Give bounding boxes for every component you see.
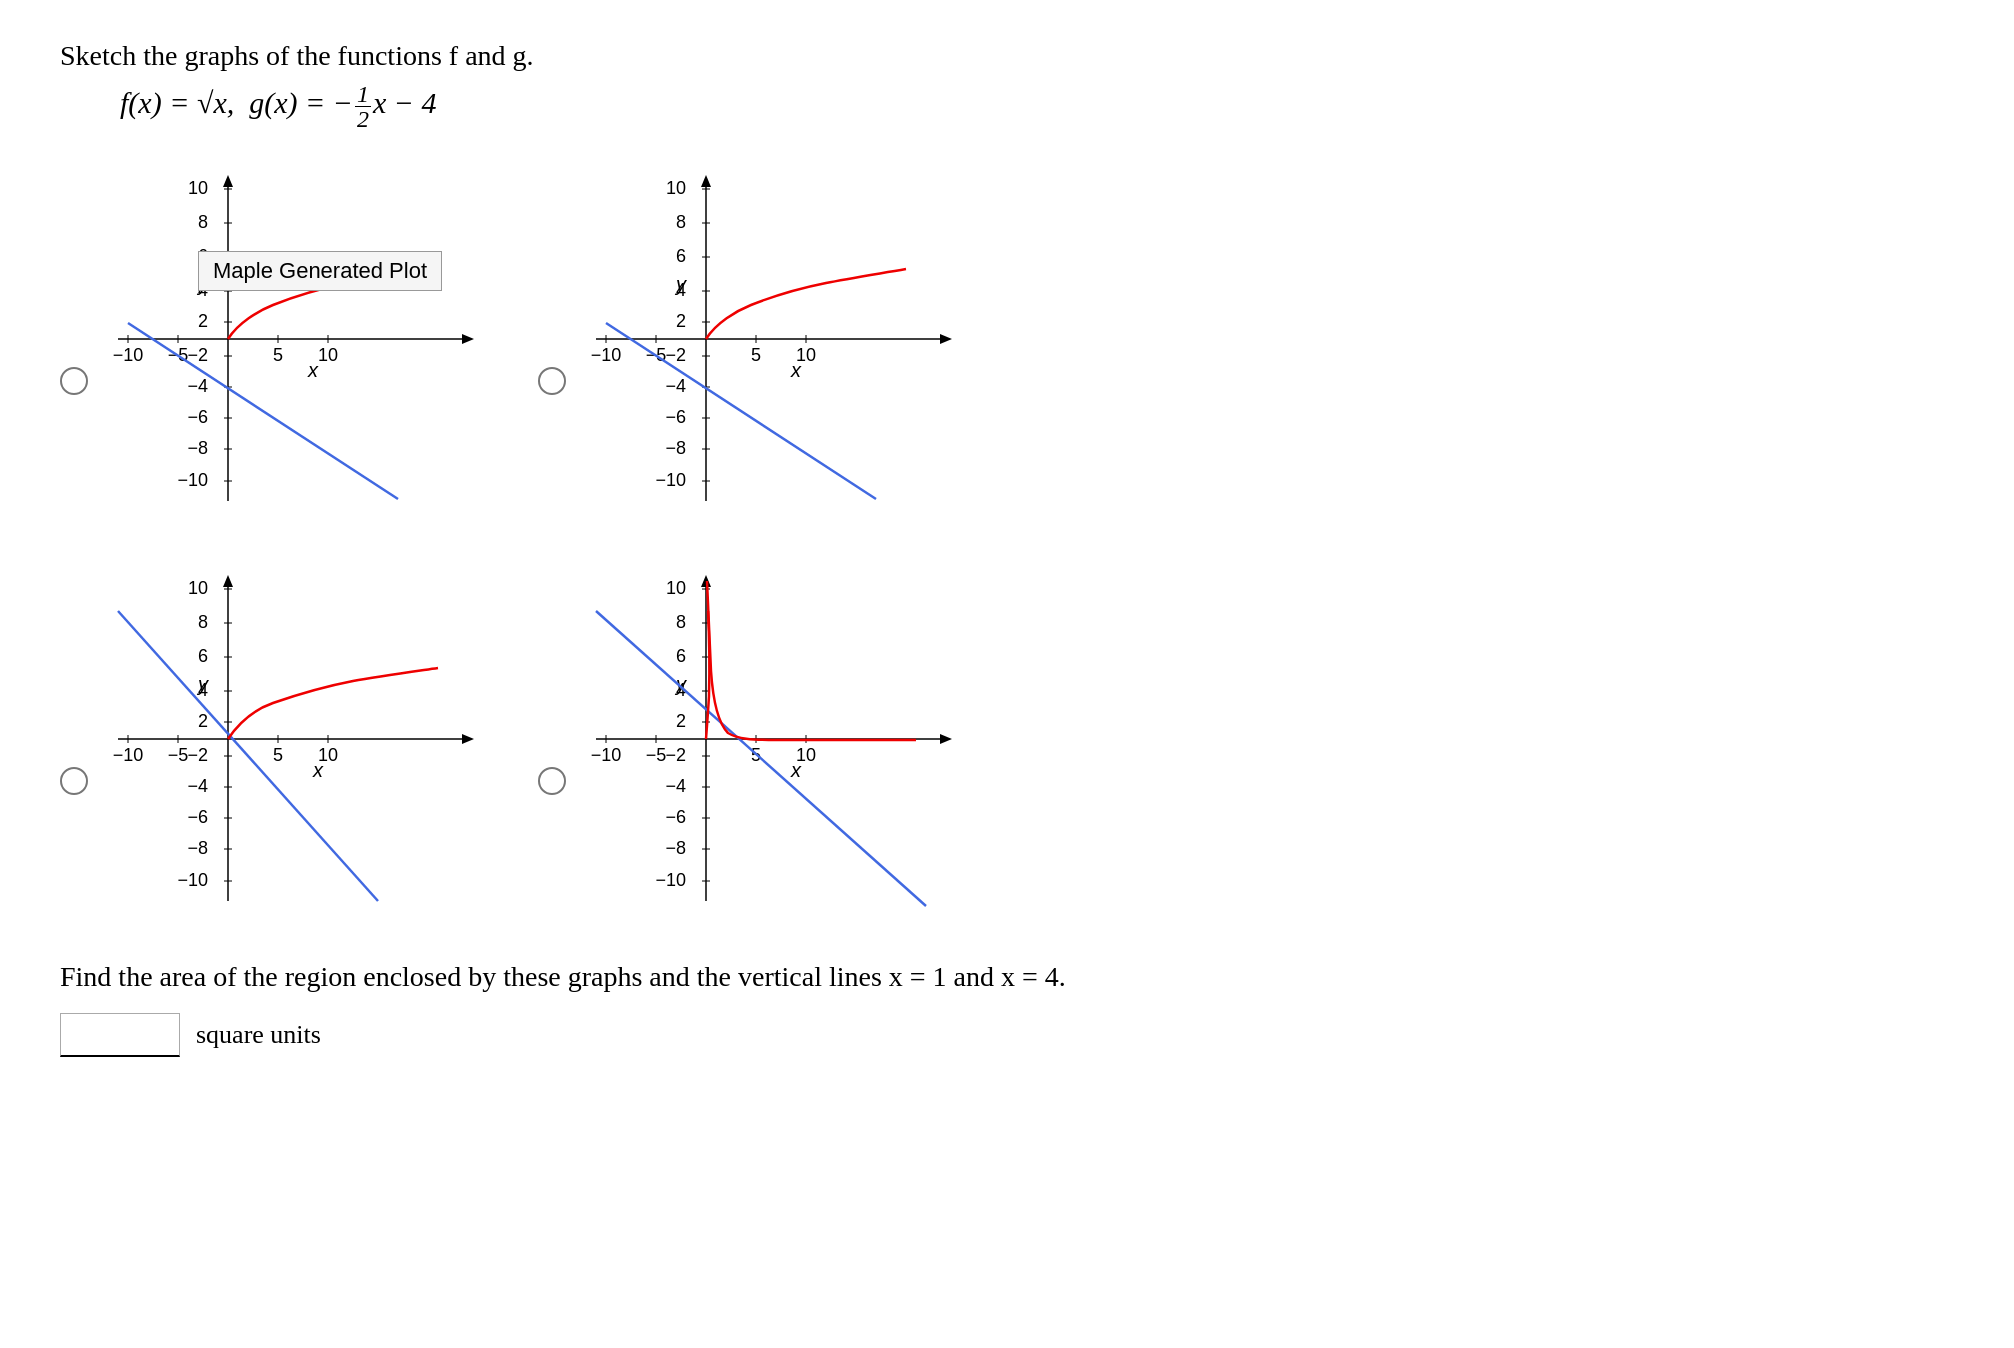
svg-text:−2: −2 (665, 345, 686, 365)
svg-text:−2: −2 (187, 745, 208, 765)
svg-text:2: 2 (198, 311, 208, 331)
graph-container-top-right: 10 8 6 y 4 2 −2 −4 −6 −8 −10 (538, 161, 956, 521)
svg-text:−6: −6 (665, 807, 686, 827)
graph-container-top-left: Maple Generated Plot 10 8 (60, 161, 478, 521)
radio-top-left[interactable] (60, 367, 88, 395)
svg-text:−8: −8 (187, 438, 208, 458)
svg-text:−10: −10 (177, 470, 208, 490)
svg-text:−6: −6 (187, 807, 208, 827)
radio-bottom-left[interactable] (60, 767, 88, 795)
svg-text:4: 4 (198, 680, 208, 700)
svg-text:−10: −10 (113, 345, 144, 365)
svg-marker-38 (940, 334, 952, 344)
svg-marker-37 (701, 175, 711, 187)
svg-text:−4: −4 (187, 776, 208, 796)
graph-container-bottom-left: 10 8 6 y 4 2 −2 −4 −6 −8 −10 (60, 561, 478, 921)
bottom-graphs-row: 10 8 6 y 4 2 −2 −4 −6 −8 −10 (60, 561, 1954, 921)
svg-text:−5: −5 (168, 745, 189, 765)
svg-line-104 (118, 611, 378, 901)
svg-text:8: 8 (198, 212, 208, 232)
svg-text:8: 8 (676, 212, 686, 232)
svg-text:−2: −2 (187, 345, 208, 365)
answer-row: square units (60, 1013, 1954, 1057)
top-graphs-row: Maple Generated Plot 10 8 (60, 161, 1954, 521)
graph-container-bottom-right: 10 8 6 y 4 2 −2 −4 −6 −8 −10 (538, 561, 956, 921)
svg-text:−10: −10 (591, 345, 622, 365)
svg-text:−10: −10 (177, 870, 208, 890)
svg-text:−4: −4 (187, 376, 208, 396)
svg-text:2: 2 (198, 711, 208, 731)
svg-text:−8: −8 (665, 438, 686, 458)
radio-bottom-right[interactable] (538, 767, 566, 795)
svg-text:−2: −2 (665, 745, 686, 765)
svg-text:x: x (790, 759, 802, 781)
svg-text:4: 4 (198, 280, 208, 300)
svg-marker-2 (223, 175, 233, 187)
svg-text:5: 5 (273, 345, 283, 365)
svg-text:5: 5 (273, 745, 283, 765)
square-units-label: square units (196, 1020, 321, 1050)
svg-text:10: 10 (188, 178, 208, 198)
bottom-section: Find the area of the region enclosed by … (60, 961, 1954, 1057)
graph-svg-top-right: 10 8 6 y 4 2 −2 −4 −6 −8 −10 (576, 161, 956, 521)
svg-text:−8: −8 (665, 838, 686, 858)
svg-marker-3 (462, 334, 474, 344)
graph-svg-bottom-left: 10 8 6 y 4 2 −2 −4 −6 −8 −10 (98, 561, 478, 921)
svg-text:2: 2 (676, 711, 686, 731)
svg-text:10: 10 (318, 345, 338, 365)
svg-text:−10: −10 (113, 745, 144, 765)
graph-wrapper-bottom-left: 10 8 6 y 4 2 −2 −4 −6 −8 −10 (98, 561, 478, 921)
svg-text:10: 10 (666, 178, 686, 198)
svg-line-34 (128, 323, 398, 499)
svg-text:−10: −10 (591, 745, 622, 765)
answer-input[interactable] (60, 1013, 180, 1057)
page-content: Sketch the graphs of the functions f and… (60, 40, 1954, 1057)
svg-text:4: 4 (676, 280, 686, 300)
graph-wrapper-top-right: 10 8 6 y 4 2 −2 −4 −6 −8 −10 (576, 161, 956, 521)
formula: f(x) = √x, g(x) = −12x − 4 (120, 82, 1954, 131)
svg-text:−10: −10 (655, 870, 686, 890)
svg-line-69 (606, 323, 876, 499)
svg-text:−4: −4 (665, 376, 686, 396)
svg-text:−6: −6 (665, 407, 686, 427)
svg-text:8: 8 (198, 612, 208, 632)
svg-marker-72 (223, 575, 233, 587)
radio-top-right[interactable] (538, 367, 566, 395)
svg-text:−4: −4 (665, 776, 686, 796)
svg-text:6: 6 (198, 246, 208, 266)
svg-text:10: 10 (188, 578, 208, 598)
graph-wrapper-top-left: Maple Generated Plot 10 8 (98, 161, 478, 521)
svg-text:−5: −5 (646, 745, 667, 765)
svg-text:10: 10 (666, 578, 686, 598)
svg-text:8: 8 (676, 612, 686, 632)
graph-wrapper-bottom-right: 10 8 6 y 4 2 −2 −4 −6 −8 −10 (576, 561, 956, 921)
svg-text:x: x (312, 759, 324, 781)
svg-text:2: 2 (676, 311, 686, 331)
graph-svg-bottom-right: 10 8 6 y 4 2 −2 −4 −6 −8 −10 (576, 561, 956, 921)
svg-text:−8: −8 (187, 838, 208, 858)
svg-text:−6: −6 (187, 407, 208, 427)
svg-marker-108 (940, 734, 952, 744)
svg-text:6: 6 (676, 646, 686, 666)
svg-text:x: x (790, 359, 802, 381)
svg-text:−10: −10 (655, 470, 686, 490)
svg-marker-73 (462, 734, 474, 744)
instruction-text: Sketch the graphs of the functions f and… (60, 40, 1954, 72)
svg-text:x: x (307, 359, 319, 381)
svg-text:6: 6 (198, 646, 208, 666)
graph-svg-top-left: 10 8 6 y 4 2 −2 −4 −6 (98, 161, 478, 521)
svg-text:5: 5 (751, 345, 761, 365)
bottom-question-text: Find the area of the region enclosed by … (60, 961, 1954, 993)
svg-text:6: 6 (676, 246, 686, 266)
